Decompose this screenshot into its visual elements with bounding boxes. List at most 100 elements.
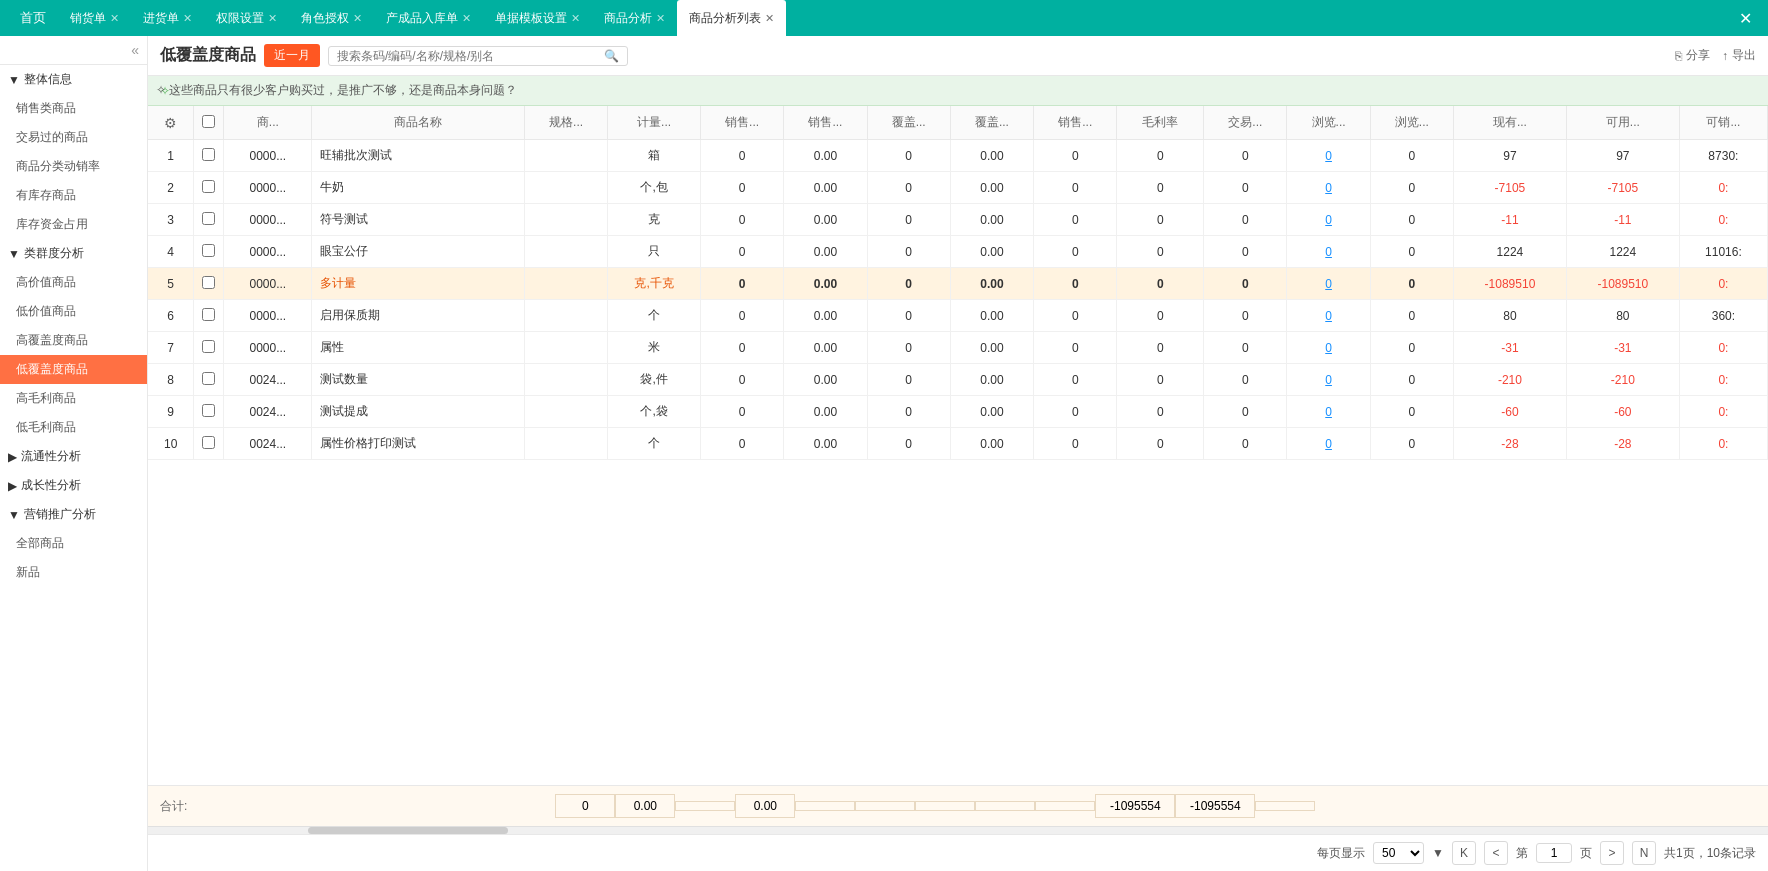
nav-close-purchase[interactable]: ✕	[183, 12, 192, 25]
row-select-checkbox[interactable]	[202, 180, 215, 193]
page-number-input[interactable]	[1536, 843, 1572, 863]
sidebar-item-high-profit[interactable]: 高毛利商品	[0, 384, 147, 413]
sidebar-section-marketing[interactable]: ▼ 营销推广分析	[0, 500, 147, 529]
row-available: -210	[1566, 364, 1679, 396]
sidebar-section-flow[interactable]: ▶ 流通性分析	[0, 442, 147, 471]
row-browse1[interactable]: 0	[1287, 428, 1370, 460]
sidebar-item-traded-goods[interactable]: 交易过的商品	[0, 123, 147, 152]
nav-item-analysis[interactable]: 商品分析 ✕	[592, 0, 677, 36]
next-page-button[interactable]: >	[1600, 841, 1624, 865]
sidebar-section-overall[interactable]: ▼ 整体信息	[0, 65, 147, 94]
sidebar-item-high-value[interactable]: 高价值商品	[0, 268, 147, 297]
row-browse2: 0	[1370, 236, 1453, 268]
sidebar-item-low-value[interactable]: 低价值商品	[0, 297, 147, 326]
row-browse1[interactable]: 0	[1287, 204, 1370, 236]
nav-close-analysis-list[interactable]: ✕	[765, 12, 774, 25]
table-row: 1 0000... 旺辅批次测试 箱 0 0.00 0 0.00 0 0 0 0…	[148, 140, 1768, 172]
row-select-checkbox[interactable]	[202, 436, 215, 449]
sidebar-section-cluster[interactable]: ▼ 类群度分析	[0, 239, 147, 268]
row-browse2: 0	[1370, 268, 1453, 300]
share-button[interactable]: ⎘ 分享	[1675, 47, 1710, 64]
search-icon[interactable]: 🔍	[604, 49, 619, 63]
row-sales3: 0	[1034, 172, 1117, 204]
row-browse1[interactable]: 0	[1287, 236, 1370, 268]
row-select-checkbox[interactable]	[202, 244, 215, 257]
sidebar-collapse-button[interactable]: «	[131, 42, 139, 58]
row-select-checkbox[interactable]	[202, 308, 215, 321]
row-browse1[interactable]: 0	[1287, 268, 1370, 300]
sidebar-item-sales-goods[interactable]: 销售类商品	[0, 94, 147, 123]
row-checkbox[interactable]	[194, 364, 224, 396]
table-row: 9 0024... 测试提成 个,袋 0 0.00 0 0.00 0 0 0 0…	[148, 396, 1768, 428]
table-row: 6 0000... 启用保质期 个 0 0.00 0 0.00 0 0 0 0 …	[148, 300, 1768, 332]
sidebar-item-capital[interactable]: 库存资金占用	[0, 210, 147, 239]
footer-cov1	[675, 801, 735, 811]
prev-page-button[interactable]: <	[1484, 841, 1508, 865]
window-close-button[interactable]: ✕	[1731, 9, 1760, 28]
sidebar-item-low-coverage[interactable]: 低覆盖度商品	[0, 355, 147, 384]
nav-close-inbound[interactable]: ✕	[462, 12, 471, 25]
row-browse1[interactable]: 0	[1287, 364, 1370, 396]
nav-close-analysis[interactable]: ✕	[656, 12, 665, 25]
nav-item-inbound[interactable]: 产成品入库单 ✕	[374, 0, 483, 36]
nav-close-sales[interactable]: ✕	[110, 12, 119, 25]
column-gear[interactable]: ⚙	[148, 106, 194, 140]
page-size-select[interactable]: 50 20 100	[1373, 842, 1424, 864]
nav-close-permission[interactable]: ✕	[268, 12, 277, 25]
row-browse2: 0	[1370, 396, 1453, 428]
page-title: 低覆盖度商品	[160, 45, 256, 66]
nav-close-template[interactable]: ✕	[571, 12, 580, 25]
row-checkbox[interactable]	[194, 204, 224, 236]
row-checkbox[interactable]	[194, 332, 224, 364]
column-checkbox[interactable]	[194, 106, 224, 140]
row-select-checkbox[interactable]	[202, 148, 215, 161]
row-browse1[interactable]: 0	[1287, 300, 1370, 332]
select-all-checkbox[interactable]	[202, 115, 215, 128]
row-browse1[interactable]: 0	[1287, 140, 1370, 172]
sidebar-item-low-profit[interactable]: 低毛利商品	[0, 413, 147, 442]
row-browse1[interactable]: 0	[1287, 332, 1370, 364]
footer-browse2	[1035, 801, 1095, 811]
row-checkbox[interactable]	[194, 396, 224, 428]
row-select-checkbox[interactable]	[202, 276, 215, 289]
nav-item-home[interactable]: 首页	[8, 0, 58, 36]
row-select-checkbox[interactable]	[202, 340, 215, 353]
row-checkbox[interactable]	[194, 268, 224, 300]
row-select-checkbox[interactable]	[202, 212, 215, 225]
sidebar-item-stocked-goods[interactable]: 有库存商品	[0, 181, 147, 210]
first-page-button[interactable]: K	[1452, 841, 1476, 865]
row-checkbox[interactable]	[194, 236, 224, 268]
row-select-checkbox[interactable]	[202, 404, 215, 417]
row-saleable: 0:	[1679, 268, 1767, 300]
row-code: 0000...	[224, 300, 312, 332]
row-sales-amount: 0.00	[784, 300, 867, 332]
row-checkbox[interactable]	[194, 140, 224, 172]
nav-item-role[interactable]: 角色授权 ✕	[289, 0, 374, 36]
row-checkbox[interactable]	[194, 428, 224, 460]
sidebar-section-growth[interactable]: ▶ 成长性分析	[0, 471, 147, 500]
chevron-down-icon3: ▼	[8, 508, 20, 522]
sidebar-item-high-coverage[interactable]: 高覆盖度商品	[0, 326, 147, 355]
nav-item-analysis-list[interactable]: 商品分析列表 ✕	[677, 0, 786, 36]
nav-item-permission[interactable]: 权限设置 ✕	[204, 0, 289, 36]
sidebar-item-all-goods[interactable]: 全部商品	[0, 529, 147, 558]
row-browse1[interactable]: 0	[1287, 396, 1370, 428]
export-button[interactable]: ↑ 导出	[1722, 47, 1756, 64]
nav-close-role[interactable]: ✕	[353, 12, 362, 25]
last-page-button[interactable]: N	[1632, 841, 1656, 865]
search-input[interactable]	[337, 49, 604, 63]
nav-item-purchase[interactable]: 进货单 ✕	[131, 0, 204, 36]
row-unit: 个	[608, 300, 701, 332]
nav-item-template[interactable]: 单据模板设置 ✕	[483, 0, 592, 36]
period-button[interactable]: 近一月	[264, 44, 320, 67]
chevron-right-icon: ▶	[8, 450, 17, 464]
row-browse1[interactable]: 0	[1287, 172, 1370, 204]
row-checkbox[interactable]	[194, 172, 224, 204]
nav-item-sales[interactable]: 销货单 ✕	[58, 0, 131, 36]
row-select-checkbox[interactable]	[202, 372, 215, 385]
row-cov2: 0.00	[950, 364, 1033, 396]
row-checkbox[interactable]	[194, 300, 224, 332]
sidebar-item-category-rate[interactable]: 商品分类动销率	[0, 152, 147, 181]
row-profit: 0	[1117, 396, 1204, 428]
sidebar-item-new-goods[interactable]: 新品	[0, 558, 147, 587]
